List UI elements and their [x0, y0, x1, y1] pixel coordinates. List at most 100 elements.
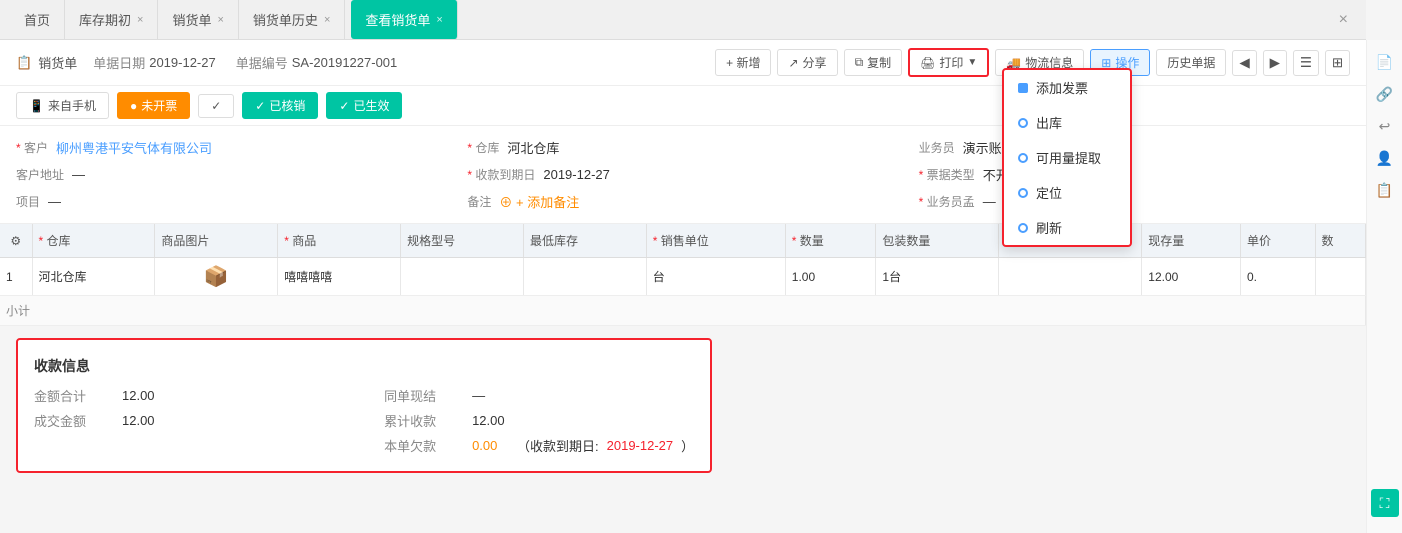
tab-sales-order[interactable]: 销货单 ×	[158, 0, 238, 39]
tab-sales-order-label: 销货单	[172, 10, 211, 29]
col-current-stock: 现存量	[1142, 224, 1241, 258]
dropdown-refresh[interactable]: 刷新	[1004, 210, 1130, 245]
share-label: 分享	[803, 54, 827, 71]
note-add-btn[interactable]: ⊕ + 添加备注	[499, 192, 579, 211]
doc-date-value: 2019-12-27	[149, 55, 216, 70]
same-order-value: —	[472, 388, 485, 403]
right-sidebar: 📄 🔗 ↩ 👤 📋 ⛶	[1366, 40, 1402, 533]
staff-label: 业务员	[919, 139, 955, 156]
prev-nav-button[interactable]: ◀	[1232, 50, 1256, 76]
share-icon: ↗	[788, 56, 798, 70]
tab-inventory-init[interactable]: 库存期初 ×	[65, 0, 158, 39]
row-warehouse: 河北仓库	[32, 258, 155, 296]
product-image: 📦	[204, 266, 229, 288]
row-available	[999, 258, 1142, 296]
sidebar-clipboard-icon[interactable]: 📋	[1371, 176, 1399, 204]
from-phone-button[interactable]: 📱 来自手机	[16, 92, 109, 119]
col-image: 商品图片	[155, 224, 278, 258]
dropdown-quantity-extract[interactable]: 可用量提取	[1004, 140, 1130, 175]
add-note-label: + 添加备注	[516, 195, 579, 210]
tab-sales-history-close[interactable]: ×	[324, 14, 330, 26]
grid-view-button[interactable]: ☰	[1293, 50, 1319, 76]
ticket-type-label: 票据类型	[919, 166, 975, 183]
dropdown-outbound[interactable]: 出库	[1004, 105, 1130, 140]
tab-sales-history[interactable]: 销货单历史 ×	[239, 0, 345, 39]
cumulative-value: 12.00	[472, 413, 505, 428]
copy-button[interactable]: ⧉ 复制	[844, 49, 903, 76]
warehouse-value: 河北仓库	[507, 138, 559, 157]
row-pack-qty: 1台	[876, 258, 999, 296]
copy-label: 复制	[867, 54, 891, 71]
locate-icon	[1018, 188, 1028, 198]
tab-home-label: 首页	[24, 10, 50, 29]
customer-value[interactable]: 柳州粤港平安气体有限公司	[56, 138, 212, 157]
list-view-button[interactable]: ⊞	[1325, 50, 1350, 76]
balance-value: 0.00	[472, 438, 497, 453]
sales-staff-value: —	[983, 194, 996, 209]
sidebar-doc-icon[interactable]: 📄	[1371, 48, 1399, 76]
sidebar-expand-icon[interactable]: ⛶	[1371, 489, 1399, 517]
address-row: 客户地址 —	[16, 165, 447, 184]
check-icon-button[interactable]: ✓	[198, 94, 234, 118]
sold-out-button[interactable]: ✓ 已核销	[242, 92, 318, 119]
tab-inventory-close[interactable]: ×	[137, 14, 143, 26]
tab-home[interactable]: 首页	[10, 0, 65, 39]
row-product: 嘻嘻嘻嘻	[278, 258, 401, 296]
doc-date: 单据日期 2019-12-27	[93, 53, 216, 72]
print-button[interactable]: 🖨 打印 ▼	[908, 48, 989, 77]
add-invoice-icon	[1018, 83, 1028, 93]
col-warehouse: * 仓库	[32, 224, 155, 258]
doc-number-label: 单据编号	[236, 53, 288, 72]
circle-icon: ●	[130, 99, 137, 113]
row-min-stock	[523, 258, 646, 296]
phone-icon: 📱	[29, 99, 44, 113]
tab-sales-history-label: 销货单历史	[253, 10, 318, 29]
window-close-button[interactable]: ×	[1331, 11, 1356, 29]
tab-bar: 首页 库存期初 × 销货单 × 销货单历史 × 查看销货单 × ×	[0, 0, 1366, 40]
locate-label: 定位	[1036, 183, 1062, 202]
warehouse-label: 仓库	[467, 139, 499, 156]
next-nav-button[interactable]: ▶	[1263, 50, 1287, 76]
row-index: 1	[0, 258, 32, 296]
tab-check-sales[interactable]: 查看销货单 ×	[351, 0, 457, 39]
toolbar-row: 📱 来自手机 ● 未开票 ✓ ✓ 已核销 ✓ 已生效	[0, 86, 1366, 126]
sold-out-label: 已核销	[269, 97, 305, 114]
sidebar-return-icon[interactable]: ↩	[1371, 112, 1399, 140]
warehouse-row: 仓库 河北仓库	[467, 138, 898, 157]
due-date-value: 2019-12-27	[543, 167, 610, 182]
project-value: —	[48, 194, 61, 209]
from-phone-label: 来自手机	[48, 97, 96, 114]
add-invoice-label: 添加发票	[1036, 78, 1088, 97]
ticket-type-row: 票据类型 不开票	[919, 165, 1350, 184]
cumulative-label: 累计收款	[384, 411, 464, 430]
tab-sales-order-close[interactable]: ×	[217, 14, 223, 26]
deal-amount-value: 12.00	[122, 413, 155, 428]
balance-label: 本单欠款	[384, 436, 464, 455]
refresh-icon	[1018, 223, 1028, 233]
outbound-icon	[1018, 118, 1028, 128]
sidebar-link-icon[interactable]: 🔗	[1371, 80, 1399, 108]
table-row: 1 河北仓库 📦 嘻嘻嘻嘻 台 1.00 1台 12.00 0.	[0, 258, 1366, 296]
dropdown-add-invoice[interactable]: 添加发票	[1004, 70, 1130, 105]
address-value: —	[72, 167, 85, 182]
sales-staff-label: 业务员孟	[919, 193, 975, 210]
new-button[interactable]: + 新增	[715, 49, 771, 76]
address-label: 客户地址	[16, 166, 64, 183]
col-pack-qty: 包装数量	[876, 224, 999, 258]
row-image: 📦	[155, 258, 278, 296]
dropdown-locate[interactable]: 定位	[1004, 175, 1130, 210]
tab-inventory-label: 库存期初	[79, 10, 131, 29]
row-extra	[1315, 258, 1366, 296]
subtotal-row: 小计	[0, 296, 1366, 326]
doc-meta: 单据日期 2019-12-27 单据编号 SA-20191227-001	[93, 53, 397, 72]
cumulative-col: 同单现结 — 累计收款 12.00 本单欠款 0.00 （收款到期日: 2019…	[384, 386, 694, 455]
sidebar-user-icon[interactable]: 👤	[1371, 144, 1399, 172]
share-button[interactable]: ↗ 分享	[777, 49, 837, 76]
not-open-button[interactable]: ● 未开票	[117, 92, 190, 119]
effective-button[interactable]: ✓ 已生效	[326, 92, 402, 119]
project-row: 项目 —	[16, 192, 447, 211]
history-button[interactable]: 历史单据	[1156, 49, 1226, 76]
tab-check-sales-close[interactable]: ×	[436, 14, 442, 26]
gear-col[interactable]: ⚙	[0, 224, 32, 258]
amount-total-label: 金额合计	[34, 386, 114, 405]
